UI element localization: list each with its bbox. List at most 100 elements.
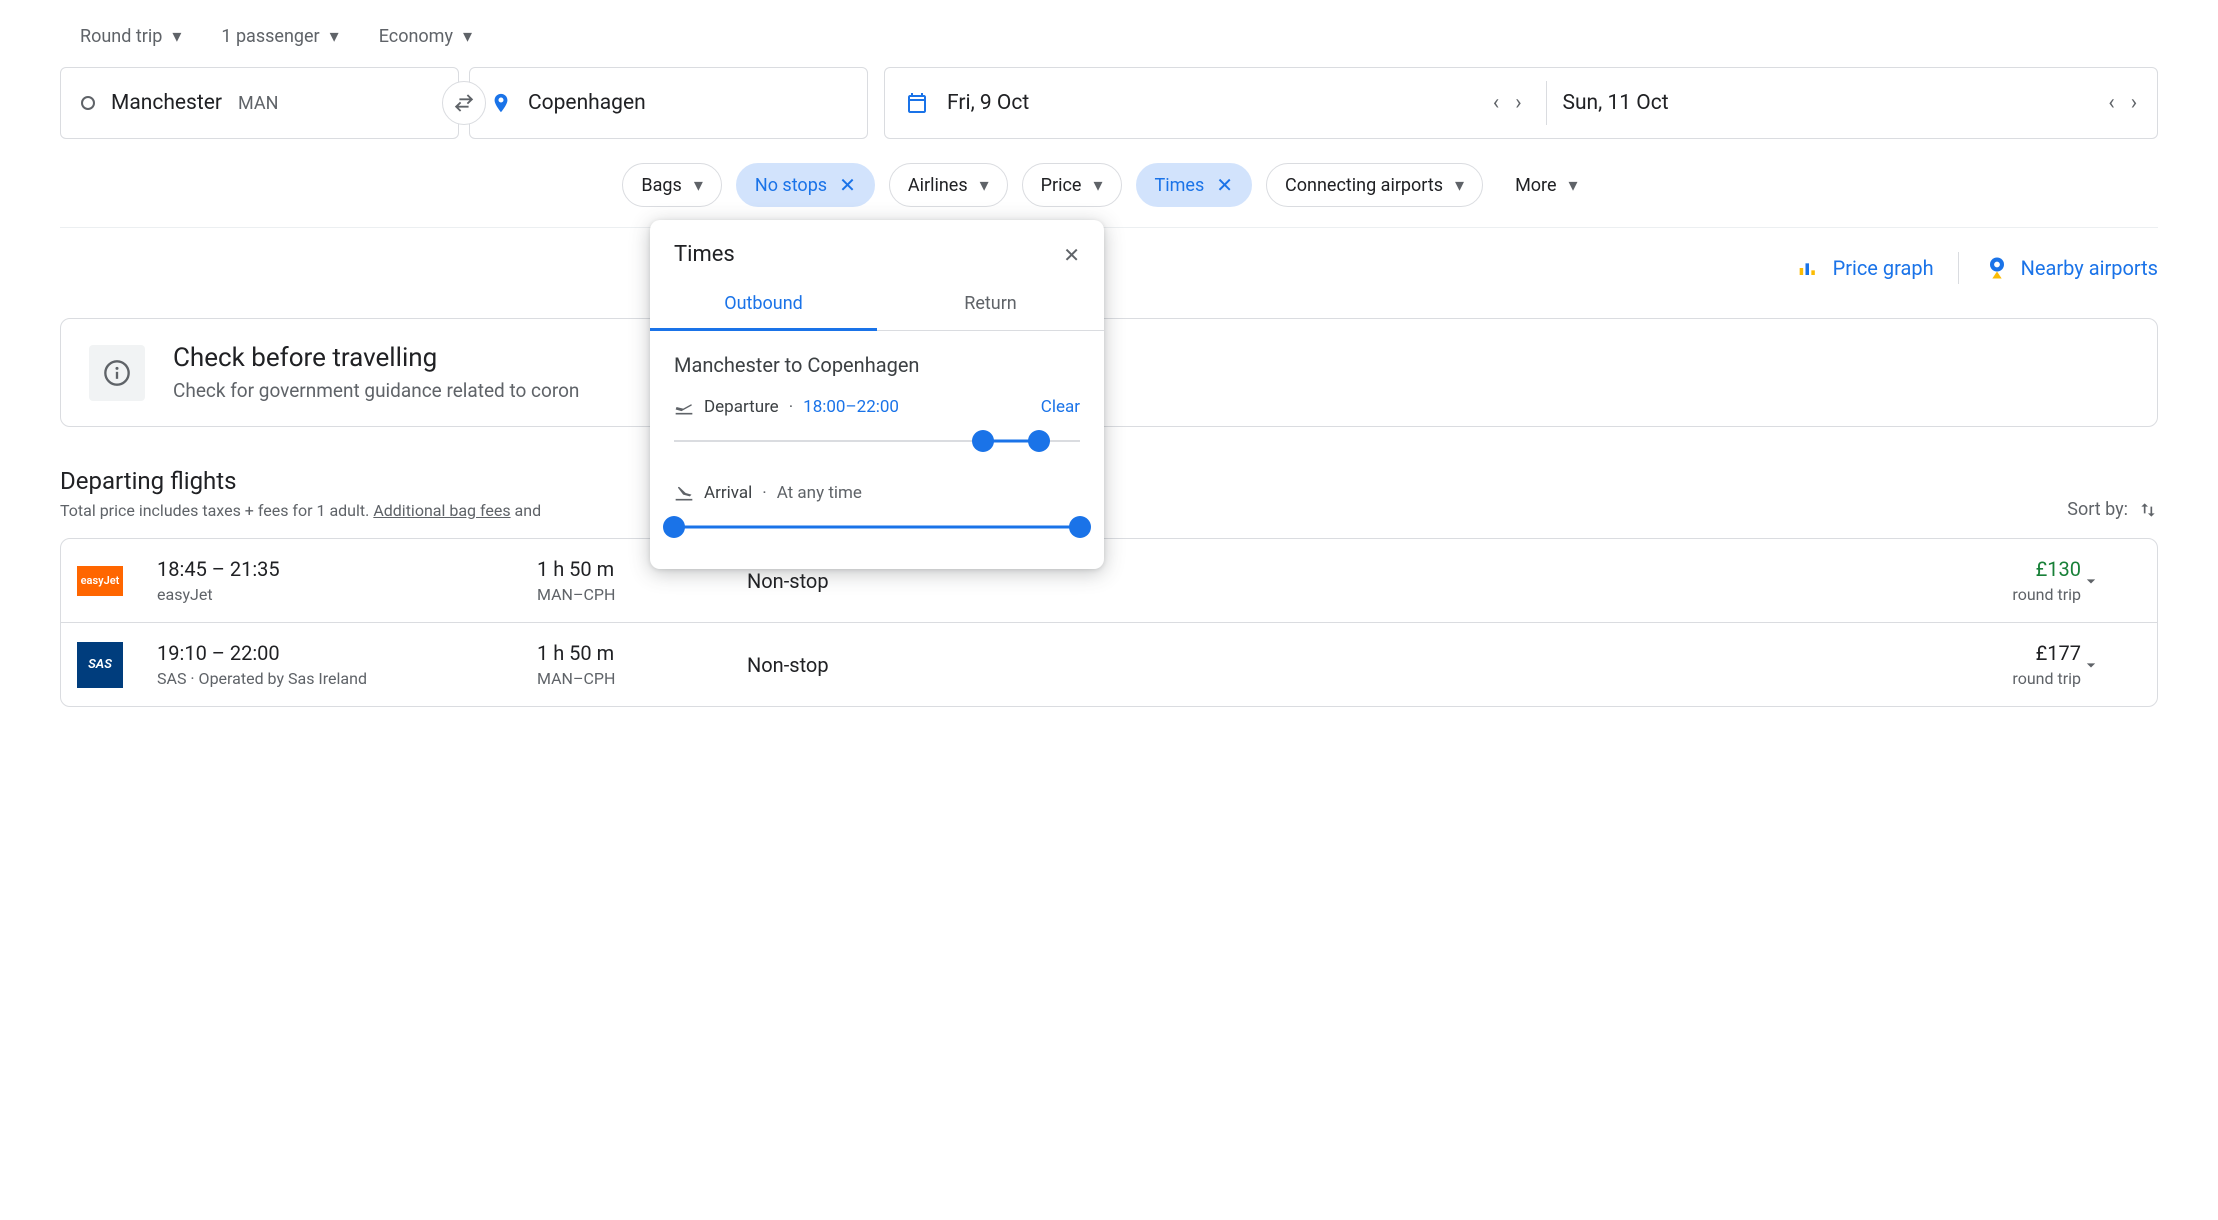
swap-button[interactable] [442, 81, 486, 125]
origin-field[interactable]: Manchester MAN [60, 67, 459, 139]
price-graph-icon [1795, 254, 1823, 282]
return-date: Sun, 11 Oct [1563, 91, 1669, 115]
tab-return[interactable]: Return [877, 279, 1104, 330]
return-date-segment[interactable]: Sun, 11 Oct ‹ › [1563, 85, 2146, 121]
depart-date: Fri, 9 Oct [947, 91, 1029, 115]
return-prev-day[interactable]: ‹ [2100, 85, 2122, 121]
chevron-down-icon: ▾ [330, 26, 339, 47]
travel-notice[interactable]: Check before travelling Check for govern… [60, 318, 2158, 427]
arrival-slider[interactable] [674, 519, 1080, 535]
chevron-down-icon: ▾ [1455, 175, 1464, 196]
sub-suffix: and [511, 501, 542, 520]
airline-name: easyJet [157, 585, 537, 604]
flight-duration: 1 h 50 m [537, 641, 747, 665]
destination-city: Copenhagen [528, 91, 646, 115]
flight-row[interactable]: SAS 19:10 – 22:00 SAS · Operated by Sas … [61, 622, 2157, 706]
price-note: round trip [1007, 585, 2081, 604]
popover-close-button[interactable]: ✕ [1063, 243, 1080, 267]
departure-slider[interactable] [674, 433, 1080, 449]
slider-handle-start[interactable] [663, 516, 685, 538]
calendar-icon [905, 91, 929, 115]
origin-city: Manchester [111, 91, 222, 115]
flight-row[interactable]: easyJet 18:45 – 21:35 easyJet 1 h 50 m M… [61, 539, 2157, 622]
filter-more[interactable]: More ▾ [1497, 163, 1596, 207]
popover-route: Manchester to Copenhagen [674, 353, 1080, 377]
passenger-label: 1 passenger [221, 26, 319, 47]
times-popover: Times ✕ Outbound Return Manchester to Co… [650, 220, 1104, 569]
clear-departure-button[interactable]: Clear [1041, 397, 1080, 417]
flight-route: MAN–CPH [537, 585, 747, 604]
filter-price-label: Price [1041, 175, 1082, 196]
sub-prefix: Total price includes taxes + fees for 1 … [60, 501, 373, 520]
flight-price: £130 [1007, 557, 2081, 581]
slider-handle-start[interactable] [972, 430, 994, 452]
flight-stops: Non-stop [747, 653, 1007, 677]
label-sep: · [762, 483, 766, 503]
info-icon [89, 345, 145, 401]
tab-outbound[interactable]: Outbound [650, 279, 877, 331]
filter-bags-label: Bags [641, 175, 681, 196]
filter-no-stops-label: No stops [755, 175, 827, 196]
arrival-label: Arrival [704, 483, 752, 503]
filter-no-stops[interactable]: No stops ✕ [736, 163, 875, 207]
slider-handle-end[interactable] [1069, 516, 1091, 538]
airline-name: SAS · Operated by Sas Ireland [157, 669, 537, 688]
airline-logo: SAS [77, 642, 123, 688]
depart-date-segment[interactable]: Fri, 9 Oct ‹ › [947, 85, 1530, 121]
departing-heading: Departing flights [60, 467, 541, 495]
destination-field[interactable]: Copenhagen [469, 67, 868, 139]
trip-type-selector[interactable]: Round trip ▾ [80, 26, 181, 47]
cabin-selector[interactable]: Economy ▾ [379, 26, 472, 47]
price-graph-label: Price graph [1833, 256, 1934, 280]
chevron-down-icon: ▾ [463, 26, 472, 47]
expand-row-button[interactable] [2081, 571, 2141, 591]
price-graph-link[interactable]: Price graph [1795, 254, 1934, 282]
origin-destination-group: Manchester MAN Copenhagen [60, 67, 868, 139]
expand-row-button[interactable] [2081, 655, 2141, 675]
date-picker[interactable]: Fri, 9 Oct ‹ › Sun, 11 Oct ‹ › [884, 67, 2158, 139]
depart-prev-day[interactable]: ‹ [1485, 85, 1507, 121]
sort-by-label: Sort by: [2067, 499, 2128, 520]
filter-price[interactable]: Price ▾ [1022, 163, 1122, 207]
swap-icon [453, 92, 475, 114]
chevron-down-icon: ▾ [694, 175, 703, 196]
chevron-down-icon: ▾ [980, 175, 989, 196]
notice-body: Check for government guidance related to… [173, 379, 579, 402]
filter-airlines-label: Airlines [908, 175, 968, 196]
chevron-down-icon: ▾ [1569, 175, 1578, 196]
flight-stops: Non-stop [747, 569, 1007, 593]
origin-code: MAN [238, 93, 278, 114]
label-sep: · [789, 397, 793, 417]
filter-connecting[interactable]: Connecting airports ▾ [1266, 163, 1483, 207]
return-next-day[interactable]: › [2123, 85, 2145, 121]
origin-icon [81, 96, 95, 110]
departure-label: Departure [704, 397, 779, 417]
landing-icon [674, 483, 694, 503]
close-icon[interactable]: ✕ [1216, 173, 1233, 197]
additional-bag-fees-link[interactable]: Additional bag fees [373, 501, 510, 520]
nearby-icon [1983, 254, 2011, 282]
chevron-down-icon: ▾ [172, 26, 181, 47]
filter-connecting-label: Connecting airports [1285, 175, 1443, 196]
nearby-airports-link[interactable]: Nearby airports [1983, 254, 2158, 282]
flight-times: 19:10 – 22:00 [157, 641, 537, 665]
arrival-value: At any time [777, 483, 862, 503]
chevron-down-icon: ▾ [1093, 175, 1102, 196]
sort-icon [2138, 500, 2158, 520]
filter-times[interactable]: Times ✕ [1136, 163, 1253, 207]
filter-airlines[interactable]: Airlines ▾ [889, 163, 1008, 207]
results-list: easyJet 18:45 – 21:35 easyJet 1 h 50 m M… [60, 538, 2158, 707]
airline-logo: easyJet [77, 566, 123, 596]
sort-by-toggle[interactable]: Sort by: [2067, 499, 2158, 520]
depart-next-day[interactable]: › [1507, 85, 1529, 121]
filter-times-label: Times [1155, 175, 1205, 196]
slider-handle-end[interactable] [1028, 430, 1050, 452]
departing-subtext: Total price includes taxes + fees for 1 … [60, 501, 541, 520]
passenger-selector[interactable]: 1 passenger ▾ [221, 26, 338, 47]
popover-title: Times [674, 242, 735, 267]
takeoff-icon [674, 397, 694, 417]
notice-title: Check before travelling [173, 343, 579, 373]
close-icon[interactable]: ✕ [839, 173, 856, 197]
slider-range [674, 526, 1080, 529]
filter-bags[interactable]: Bags ▾ [622, 163, 721, 207]
